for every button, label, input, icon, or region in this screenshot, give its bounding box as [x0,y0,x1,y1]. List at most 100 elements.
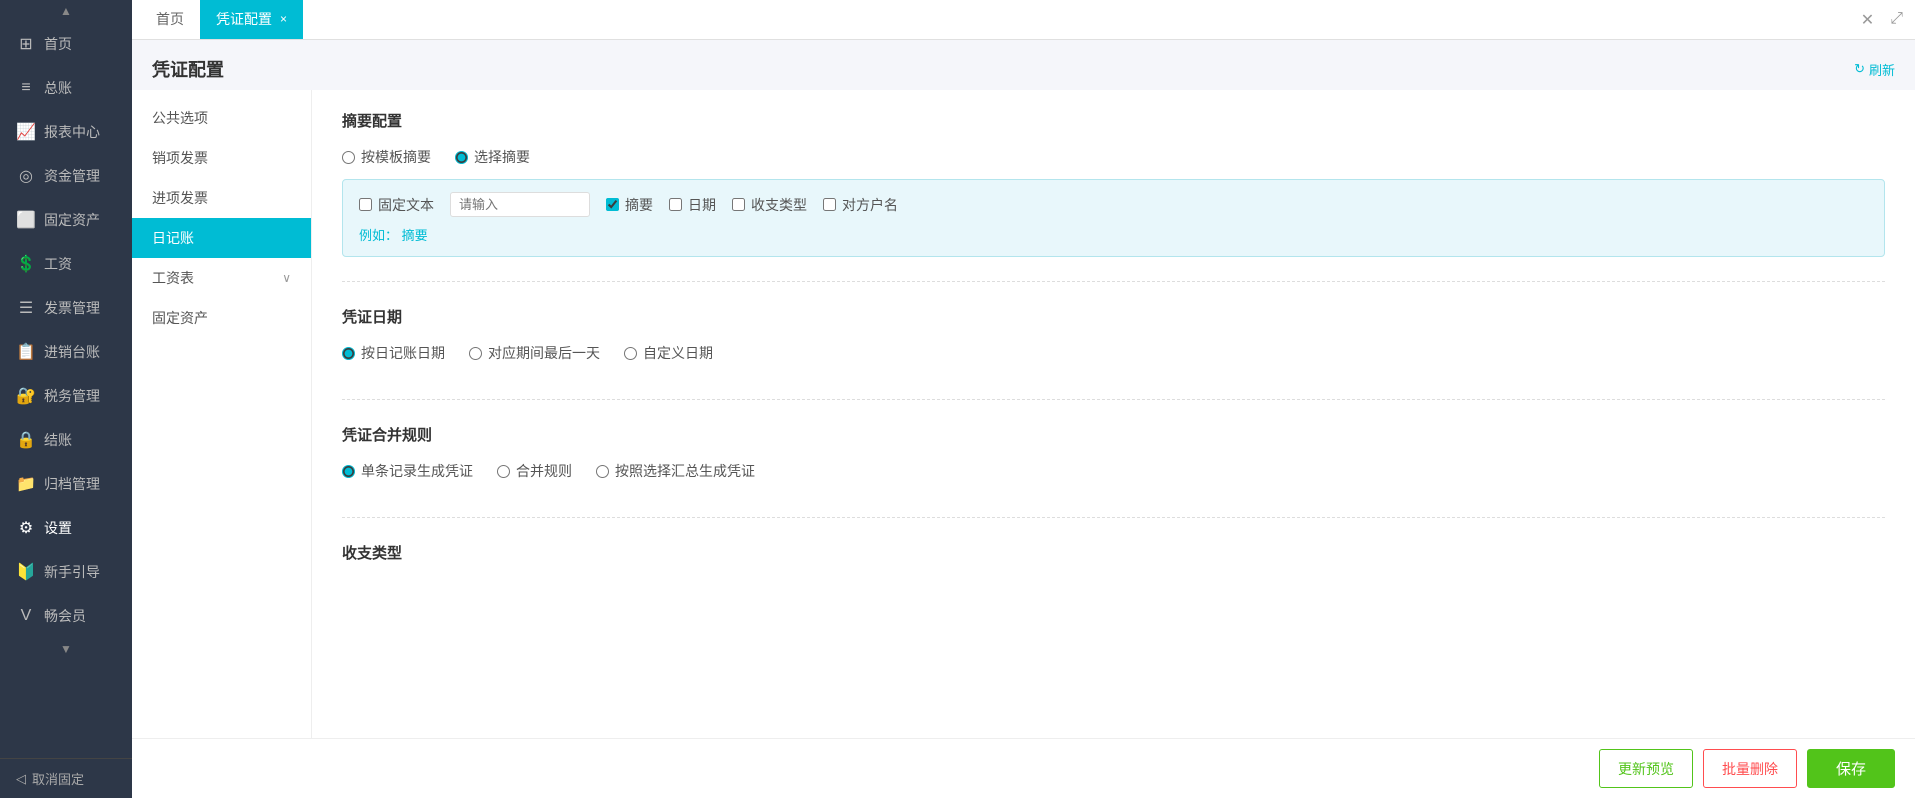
left-nav-fixed-assets-label: 固定资产 [152,308,208,328]
checkbox-date[interactable]: 日期 [669,195,716,215]
radio-single-record[interactable]: 单条记录生成凭证 [342,461,473,481]
radio-single-record-input[interactable] [342,465,355,478]
radio-template-label: 按模板摘要 [361,147,431,167]
sidebar-bottom-label: 取消固定 [32,769,84,788]
sidebar-item-vip[interactable]: V 畅会员 [0,594,132,638]
sidebar-item-close-accounts[interactable]: 🔒 结账 [0,418,132,462]
sidebar-label-close: 结账 [44,430,72,450]
tab-home-label: 首页 [156,9,184,29]
left-nav-purchase-invoice-label: 进项发票 [152,188,208,208]
sidebar-label-assets: 固定资产 [44,210,100,230]
sidebar-item-reports[interactable]: 📈 报表中心 [0,110,132,154]
sidebar-item-assets[interactable]: ⬜ 固定资产 [0,198,132,242]
left-nav-public-label: 公共选项 [152,108,208,128]
window-resize-icon[interactable]: ⤢ [1886,6,1907,34]
page-content: 凭证配置 ↻ 刷新 公共选项 销项发票 进项发票 日记账 [132,40,1915,798]
voucher-date-radio-group: 按日记账日期 对应期间最后一天 自定义日期 [342,343,1885,363]
income-type-title: 收支类型 [342,542,1885,563]
summary-label: 摘要 [625,195,653,215]
example-label: 例如： [359,228,398,243]
radio-aggregate-input[interactable] [596,465,609,478]
sidebar-item-tax[interactable]: 🔐 税务管理 [0,374,132,418]
summary-options-box: 固定文本 摘要 日期 [342,179,1885,257]
radio-custom-date[interactable]: 自定义日期 [624,343,713,363]
home-icon: ⊞ [16,34,36,54]
radio-journal-date[interactable]: 按日记账日期 [342,343,445,363]
payroll-icon: 💲 [16,254,36,274]
radio-select-summary[interactable]: 选择摘要 [455,147,530,167]
sidebar-item-ledger[interactable]: ≡ 总账 [0,66,132,110]
batch-delete-button[interactable]: 批量删除 [1703,749,1797,788]
counterparty-label: 对方户名 [842,195,898,215]
sidebar-label-archive: 归档管理 [44,474,100,494]
sidebar-label-funds: 资金管理 [44,166,100,186]
checkbox-summary-input[interactable] [606,198,619,211]
checkbox-fixed-text[interactable]: 固定文本 [359,195,434,215]
refresh-button[interactable]: ↻ 刷新 [1854,60,1895,79]
sidebar-label-home: 首页 [44,34,72,54]
sidebar-label-settings: 设置 [44,518,72,538]
sidebar-item-payroll[interactable]: 💲 工资 [0,242,132,286]
sidebar-item-settings[interactable]: ⚙ 设置 [0,506,132,550]
checkbox-counterparty-input[interactable] [823,198,836,211]
fixed-text-input[interactable] [450,192,590,217]
radio-period-last-day-input[interactable] [469,347,482,360]
left-nav: 公共选项 销项发票 进项发票 日记账 工资表 ∨ 固定资产 [132,90,312,738]
sidebar-item-home[interactable]: ⊞ 首页 [0,22,132,66]
save-button[interactable]: 保存 [1807,749,1895,788]
summary-example: 例如： 摘要 [359,225,1868,244]
guide-icon: 🔰 [16,562,36,582]
checkbox-counterparty[interactable]: 对方户名 [823,195,898,215]
tab-close-button[interactable]: × [280,12,287,26]
sidebar-item-archive[interactable]: 📁 归档管理 [0,462,132,506]
close-accounts-icon: 🔒 [16,430,36,450]
tab-bar-controls: ✕ ⤢ [1857,6,1907,34]
radio-template-summary-input[interactable] [342,151,355,164]
checkbox-summary[interactable]: 摘要 [606,195,653,215]
checkbox-income-type[interactable]: 收支类型 [732,195,807,215]
radio-select-summary-input[interactable] [455,151,468,164]
tab-voucher-config[interactable]: 凭证配置 × [200,0,303,39]
sidebar-label-vip: 畅会员 [44,606,86,626]
merge-rules-radio-group: 单条记录生成凭证 合并规则 按照选择汇总生成凭证 [342,461,1885,481]
radio-template-summary[interactable]: 按模板摘要 [342,147,431,167]
sidebar-unpin-button[interactable]: ◁ 取消固定 [0,758,132,798]
left-nav-sales-invoice[interactable]: 销项发票 [132,138,311,178]
update-preview-button[interactable]: 更新预览 [1599,749,1693,788]
refresh-icon: ↻ [1854,61,1865,77]
checkbox-date-input[interactable] [669,198,682,211]
voucher-date-option1-label: 按日记账日期 [361,343,445,363]
sidebar-item-sales[interactable]: 📋 进销台账 [0,330,132,374]
window-close-icon[interactable]: ✕ [1857,6,1878,34]
left-nav-fixed-assets[interactable]: 固定资产 [132,298,311,338]
sidebar-item-guide[interactable]: 🔰 新手引导 [0,550,132,594]
radio-merge-rule[interactable]: 合并规则 [497,461,572,481]
radio-merge-rule-input[interactable] [497,465,510,478]
left-nav-journal[interactable]: 日记账 [132,218,311,258]
radio-aggregate[interactable]: 按照选择汇总生成凭证 [596,461,755,481]
sidebar-item-invoice[interactable]: ☰ 发票管理 [0,286,132,330]
voucher-date-section: 凭证日期 按日记账日期 对应期间最后一天 自定义日期 [342,306,1885,400]
checkbox-income-type-input[interactable] [732,198,745,211]
left-nav-journal-label: 日记账 [152,228,194,248]
summary-config-title: 摘要配置 [342,110,1885,131]
sidebar-scroll-down[interactable]: ▼ [0,638,132,660]
sidebar-scroll-up[interactable]: ▲ [0,0,132,22]
merge-rules-section: 凭证合并规则 单条记录生成凭证 合并规则 按照选择汇总生成凭证 [342,424,1885,518]
radio-select-label: 选择摘要 [474,147,530,167]
fixed-text-label: 固定文本 [378,195,434,215]
sidebar-item-funds[interactable]: ◎ 资金管理 [0,154,132,198]
content-layout: 公共选项 销项发票 进项发票 日记账 工资表 ∨ 固定资产 [132,90,1915,738]
left-nav-purchase-invoice[interactable]: 进项发票 [132,178,311,218]
radio-period-last-day[interactable]: 对应期间最后一天 [469,343,600,363]
checkbox-fixed-text-input[interactable] [359,198,372,211]
left-nav-public[interactable]: 公共选项 [132,98,311,138]
radio-journal-date-input[interactable] [342,347,355,360]
ledger-icon: ≡ [16,79,36,97]
sidebar-label-sales: 进销台账 [44,342,100,362]
income-type-section: 收支类型 [342,542,1885,603]
radio-custom-date-input[interactable] [624,347,637,360]
tab-home[interactable]: 首页 [140,0,200,39]
left-nav-payroll-table[interactable]: 工资表 ∨ [132,258,311,298]
tax-icon: 🔐 [16,386,36,406]
